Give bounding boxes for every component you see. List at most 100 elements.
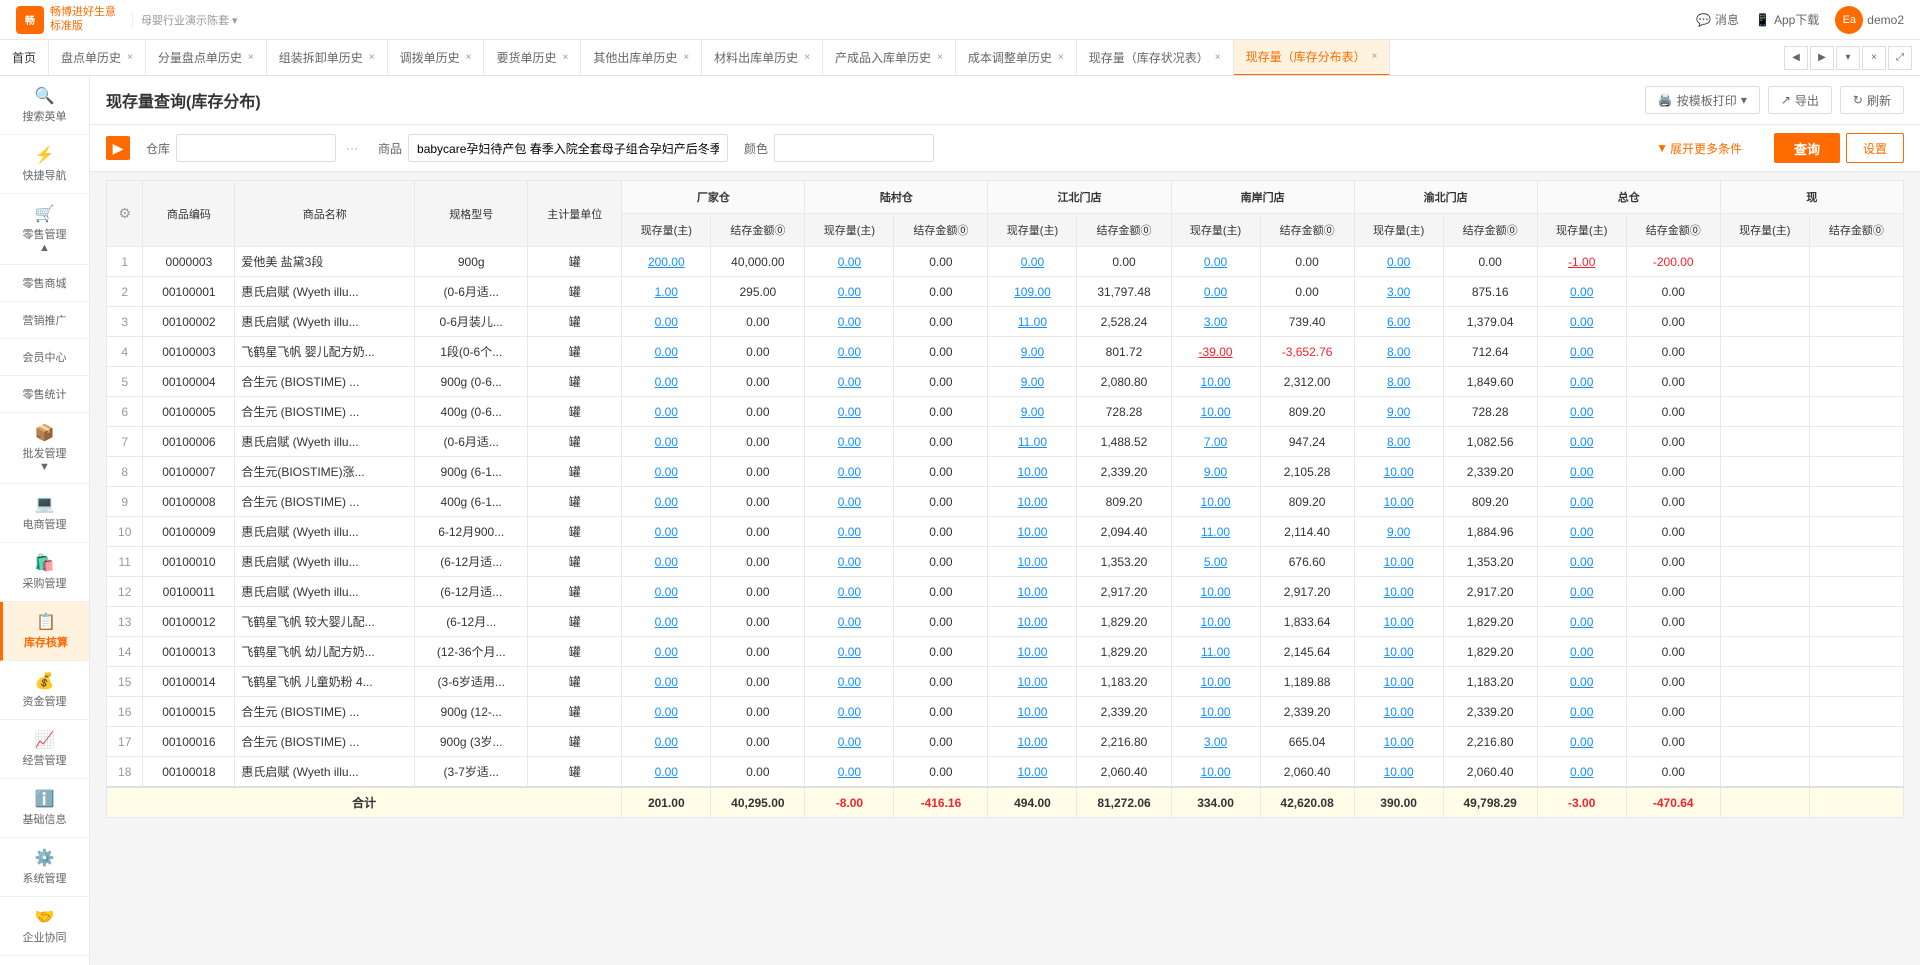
sidebar-item-basic-info[interactable]: ℹ️ 基础信息 xyxy=(0,779,89,838)
refresh-btn[interactable]: ↻ 刷新 xyxy=(1840,86,1904,114)
tab-expand[interactable]: ⤢ xyxy=(1888,46,1912,70)
sidebar-item-finance[interactable]: 💰 资金管理 xyxy=(0,661,89,720)
row-jb-qty: 10.00 xyxy=(988,487,1077,517)
sidebar-item-business[interactable]: 📈 经营管理 xyxy=(0,720,89,779)
tab-close-icon[interactable]: × xyxy=(248,52,254,63)
row-jb-qty: 10.00 xyxy=(988,517,1077,547)
row-jb-amt: 2,094.40 xyxy=(1077,517,1171,547)
zc-qty-header: 现存量(主) xyxy=(1537,214,1626,247)
tab-assembly-history[interactable]: 组装拆卸单历史 × xyxy=(267,40,388,76)
row-fj-amt: 0.00 xyxy=(711,607,805,637)
row-jb-qty: 0.00 xyxy=(988,247,1077,277)
row-fj-qty: 1.00 xyxy=(622,277,711,307)
messages-btn[interactable]: 💬 消息 xyxy=(1696,11,1739,28)
row-lc-qty: 0.00 xyxy=(805,577,894,607)
sidebar-item-member-center[interactable]: 会员中心 xyxy=(0,339,89,376)
tab-home[interactable]: 首页 xyxy=(0,40,49,76)
row-zc-qty: 0.00 xyxy=(1537,487,1626,517)
tab-close-icon[interactable]: × xyxy=(1372,51,1378,62)
sidebar-item-system[interactable]: ⚙️ 系统管理 xyxy=(0,838,89,897)
col-nanan-store: 南岸门店 xyxy=(1171,181,1354,214)
row-yb-qty: 6.00 xyxy=(1354,307,1443,337)
summary-lc-amt: -416.16 xyxy=(894,787,988,818)
row-code: 00100018 xyxy=(143,757,235,788)
row-yb-qty: 10.00 xyxy=(1354,667,1443,697)
system-icon: ⚙️ xyxy=(4,848,85,868)
summary-yb-qty: 390.00 xyxy=(1354,787,1443,818)
row-ex-amt xyxy=(1809,307,1903,337)
tab-close-icon[interactable]: × xyxy=(1215,52,1221,63)
row-ex-amt xyxy=(1809,607,1903,637)
search-btn[interactable]: 查询 xyxy=(1774,133,1840,163)
sidebar-item-retail-stats[interactable]: 零售统计 xyxy=(0,376,89,413)
sidebar-item-ecommerce[interactable]: 💻 电商管理 xyxy=(0,484,89,543)
row-yb-qty: 0.00 xyxy=(1354,247,1443,277)
tab-close-icon[interactable]: × xyxy=(466,52,472,63)
sidebar-item-marketing[interactable]: 营销推广 xyxy=(0,302,89,339)
row-zc-amt: 0.00 xyxy=(1626,547,1720,577)
sidebar-item-purchase[interactable]: 🛍️ 采购管理 xyxy=(0,543,89,602)
tab-close-all[interactable]: × xyxy=(1862,46,1886,70)
tab-order-history[interactable]: 要货单历史 × xyxy=(484,40,581,76)
settings-icon[interactable]: ⚙ xyxy=(118,205,131,221)
row-zc-qty: 0.00 xyxy=(1537,397,1626,427)
tab-nav-right[interactable]: ▶ xyxy=(1810,46,1834,70)
tab-close-icon[interactable]: × xyxy=(683,52,689,63)
row-lc-qty: 0.00 xyxy=(805,607,894,637)
filter-expand-btn[interactable]: ▼ 展开更多条件 xyxy=(1656,140,1742,157)
refresh-icon: ↻ xyxy=(1853,93,1863,107)
tab-nav-left[interactable]: ◀ xyxy=(1784,46,1808,70)
tab-fraction-history[interactable]: 分量盘点单历史 × xyxy=(146,40,267,76)
warehouse-dots-btn[interactable]: ··· xyxy=(342,141,362,155)
row-spec: 900g xyxy=(415,247,528,277)
row-ex-amt xyxy=(1809,427,1903,457)
tab-inventory-history[interactable]: 盘点单历史 × xyxy=(49,40,146,76)
tab-close-icon[interactable]: × xyxy=(804,52,810,63)
sidebar-item-inventory[interactable]: 📋 库存核算 xyxy=(0,602,89,661)
sidebar-item-wholesale[interactable]: 📦 批发管理 ▼ xyxy=(0,413,89,484)
row-ex-qty xyxy=(1720,337,1809,367)
row-fj-amt: 0.00 xyxy=(711,457,805,487)
row-seq: 17 xyxy=(107,727,143,757)
sidebar-item-enterprise[interactable]: 🤝 企业协同 xyxy=(0,897,89,956)
tab-close-icon[interactable]: × xyxy=(1058,52,1064,63)
filter-arrow-btn[interactable]: ▶ xyxy=(106,136,130,160)
tab-inventory-distribution[interactable]: 现存量（库存分布表）× xyxy=(1234,40,1391,76)
tab-inventory-status[interactable]: 现存量（库存状况表）× xyxy=(1077,40,1234,76)
goods-input[interactable] xyxy=(408,134,728,162)
tab-close-icon[interactable]: × xyxy=(562,52,568,63)
summary-yb-amt: 49,798.29 xyxy=(1443,787,1537,818)
row-zc-qty: 0.00 xyxy=(1537,367,1626,397)
row-lc-amt: 0.00 xyxy=(894,337,988,367)
row-code: 00100011 xyxy=(143,577,235,607)
tab-material-outbound[interactable]: 材料出库单历史 × xyxy=(702,40,823,76)
sidebar-item-quick-nav[interactable]: ⚡ 快捷导航 xyxy=(0,135,89,194)
warehouse-input[interactable] xyxy=(176,134,336,162)
row-ex-qty xyxy=(1720,307,1809,337)
row-jb-qty: 10.00 xyxy=(988,577,1077,607)
user-profile[interactable]: Ea demo2 xyxy=(1835,6,1904,34)
tab-close-icon[interactable]: × xyxy=(127,52,133,63)
industry-selector[interactable]: 母婴行业演示陈套 ▾ xyxy=(132,12,238,28)
row-unit: 罐 xyxy=(528,247,622,277)
tab-close-icon[interactable]: × xyxy=(369,52,375,63)
row-lc-amt: 0.00 xyxy=(894,427,988,457)
sidebar-item-retail-mgmt[interactable]: 🛒 零售管理 ▲ xyxy=(0,194,89,265)
tab-transfer-history[interactable]: 调拨单历史 × xyxy=(388,40,485,76)
print-icon: 🖨️ xyxy=(1658,93,1673,107)
tab-cost-adjust[interactable]: 成本调整单历史 × xyxy=(956,40,1077,76)
setting-btn[interactable]: 设置 xyxy=(1846,133,1904,163)
sidebar-item-guide[interactable]: 🎯 新手引导 xyxy=(0,956,89,965)
row-name: 惠氏启赋 (Wyeth illu... xyxy=(235,427,415,457)
tab-nav-more[interactable]: ▾ xyxy=(1836,46,1860,70)
tab-close-icon[interactable]: × xyxy=(937,52,943,63)
tab-outbound-history[interactable]: 其他出库单历史 × xyxy=(581,40,702,76)
tab-finished-goods[interactable]: 产成品入库单历史 × xyxy=(823,40,956,76)
sidebar-item-search[interactable]: 🔍 搜索英单 xyxy=(0,76,89,135)
row-lc-amt: 0.00 xyxy=(894,367,988,397)
print-btn[interactable]: 🖨️ 按模板打印 ▾ xyxy=(1645,86,1760,114)
export-btn[interactable]: ↗ 导出 xyxy=(1768,86,1832,114)
color-input[interactable] xyxy=(774,134,934,162)
app-download-btn[interactable]: 📱 App下载 xyxy=(1755,11,1819,28)
sidebar-item-retail-mall[interactable]: 零售商城 xyxy=(0,265,89,302)
